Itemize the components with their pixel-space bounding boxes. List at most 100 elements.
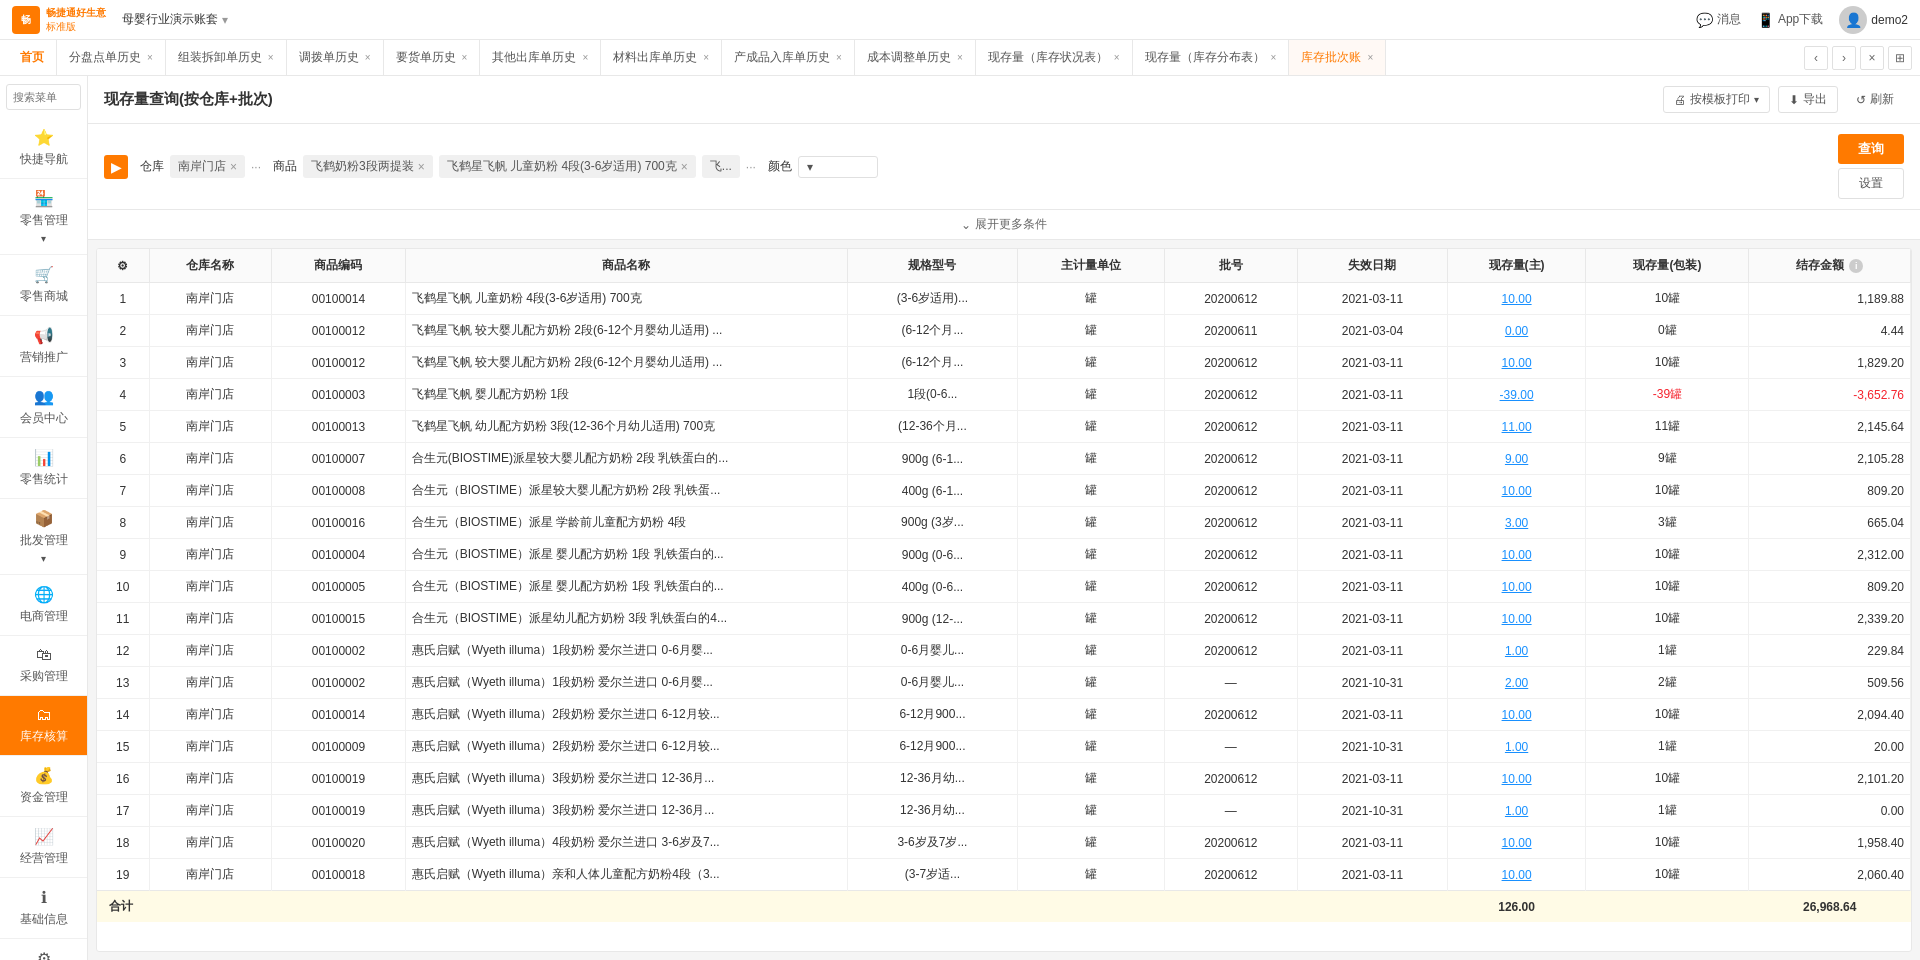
app-download-btn[interactable]: 📱 App下载 [1757,11,1823,28]
template-print-btn[interactable]: 🖨 按模板打印 ▾ [1663,86,1770,113]
close-icon[interactable]: × [1114,52,1120,63]
cell-qty-main[interactable]: 1.00 [1447,635,1586,667]
sidebar-item-ecom[interactable]: 🌐 电商管理 [0,575,87,636]
close-icon[interactable]: × [147,52,153,63]
sidebar-item-retail-mgmt[interactable]: 🏪 零售管理 ▾ [0,179,87,255]
cell-qty-main[interactable]: 10.00 [1447,539,1586,571]
cell-qty-main[interactable]: 10.00 [1447,283,1586,315]
tab-qitachu[interactable]: 其他出库单历史 × [480,40,601,76]
cell-qty-main[interactable]: 10.00 [1447,763,1586,795]
tab-yaohuo[interactable]: 要货单历史 × [384,40,481,76]
cell-qty-main[interactable]: 10.00 [1447,347,1586,379]
amount-info-icon[interactable]: i [1849,259,1863,273]
tab-diaob[interactable]: 调拨单历史 × [287,40,384,76]
sidebar-item-marketing[interactable]: 📢 营销推广 [0,316,87,377]
cell-qty-main[interactable]: 10.00 [1447,603,1586,635]
close-icon[interactable]: × [268,52,274,63]
cell-batch: 20200612 [1164,763,1298,795]
filter-toggle-btn[interactable]: ▶ [104,155,128,179]
close-icon[interactable]: × [1271,52,1277,63]
remove-product-icon[interactable]: × [681,160,688,174]
close-icon[interactable]: × [703,52,709,63]
tab-chengben[interactable]: 成本调整单历史 × [855,40,976,76]
sidebar-item-retail-stats[interactable]: 📊 零售统计 [0,438,87,499]
cell-qty-main[interactable]: 10.00 [1447,571,1586,603]
user-area[interactable]: 👤 demo2 [1839,6,1908,34]
tab-xianzunfen[interactable]: 现存量（库存分布表） × [1133,40,1290,76]
col-settings[interactable]: ⚙ [97,249,149,283]
cell-batch: 20200612 [1164,379,1298,411]
close-icon[interactable]: × [582,52,588,63]
export-btn[interactable]: ⬇ 导出 [1778,86,1838,113]
tab-cailiaochu[interactable]: 材料出库单历史 × [601,40,722,76]
setting-btn[interactable]: 设置 [1838,168,1904,199]
cell-spec: 900g (0-6... [848,539,1018,571]
sidebar-item-retail-mall[interactable]: 🛒 零售商城 [0,255,87,316]
warehouse-tag[interactable]: 南岸门店 × [170,155,245,178]
close-icon[interactable]: × [1367,52,1373,63]
sidebar-item-basic-info[interactable]: ℹ 基础信息 [0,878,87,939]
cell-warehouse: 南岸门店 [149,859,272,891]
cell-amount: 2,339.20 [1749,603,1911,635]
refresh-btn[interactable]: ↺ 刷新 [1846,87,1904,112]
nav-expand-btn[interactable]: ⊞ [1888,46,1912,70]
color-filter-group: 颜色 ▾ [768,156,878,178]
table-container[interactable]: ⚙ 仓库名称 商品编码 商品名称 规格型号 主计量单位 批号 失效日期 现存量(… [96,248,1912,952]
close-icon[interactable]: × [365,52,371,63]
product-tag-1[interactable]: 飞鹤星飞帆 儿童奶粉 4段(3-6岁适用) 700克 × [439,155,696,178]
sidebar-item-quick-nav[interactable]: ⭐ 快捷导航 [0,118,87,179]
cell-qty-main[interactable]: 10.00 [1447,475,1586,507]
cell-unit: 罐 [1017,507,1164,539]
expand-more-btn[interactable]: ⌄ 展开更多条件 [88,210,1920,239]
product-tag-0[interactable]: 飞鹤奶粉3段两提装 × [303,155,433,178]
cell-qty-main[interactable]: 2.00 [1447,667,1586,699]
cell-qty-main[interactable]: 1.00 [1447,795,1586,827]
cell-qty-main[interactable]: 3.00 [1447,507,1586,539]
sidebar-item-finance[interactable]: 💰 资金管理 [0,756,87,817]
tab-xianzunkuang[interactable]: 现存量（库存状况表） × [976,40,1133,76]
user-name: demo2 [1871,13,1908,27]
cell-amount: 2,060.40 [1749,859,1911,891]
remove-warehouse-icon[interactable]: × [230,160,237,174]
cell-qty-main[interactable]: 1.00 [1447,731,1586,763]
cell-qty-main[interactable]: 10.00 [1447,827,1586,859]
tab-home[interactable]: 首页 [8,40,57,76]
cell-name: 惠氏启赋（Wyeth illuma）3段奶粉 爱尔兰进口 12-36月... [405,795,847,827]
search-input[interactable] [6,84,81,110]
cell-qty-main[interactable]: 10.00 [1447,859,1586,891]
cell-qty-main[interactable]: 9.00 [1447,443,1586,475]
sidebar-item-purchase[interactable]: 🛍 采购管理 [0,636,87,696]
col-spec: 规格型号 [848,249,1018,283]
remove-product-icon[interactable]: × [418,160,425,174]
enterprise-selector[interactable]: 母婴行业演示账套 ▾ [122,11,282,28]
nav-prev-btn[interactable]: ‹ [1804,46,1828,70]
nav-next-btn[interactable]: › [1832,46,1856,70]
sidebar-item-operations[interactable]: 📈 经营管理 [0,817,87,878]
cell-qty-main[interactable]: 10.00 [1447,699,1586,731]
cell-spec: 0-6月婴儿... [848,667,1018,699]
tab-fenpan[interactable]: 分盘点单历史 × [57,40,166,76]
sidebar-item-member[interactable]: 👥 会员中心 [0,377,87,438]
close-icon[interactable]: × [836,52,842,63]
cell-qty-main[interactable]: 11.00 [1447,411,1586,443]
product-more-btn[interactable]: ··· [746,160,756,174]
cell-qty-main[interactable]: 0.00 [1447,315,1586,347]
cell-qty-main[interactable]: -39.00 [1447,379,1586,411]
color-select[interactable]: ▾ [798,156,878,178]
sidebar-item-wholesale[interactable]: 📦 批发管理 ▾ [0,499,87,575]
message-btn[interactable]: 💬 消息 [1696,11,1741,28]
sidebar-item-system[interactable]: ⚙ 系统管理 [0,939,87,960]
close-icon[interactable]: × [462,52,468,63]
product-tag-2[interactable]: 飞... [702,155,740,178]
tab-pici[interactable]: 库存批次账 × [1289,40,1386,76]
table-row: 12 南岸门店 00100002 惠氏启赋（Wyeth illuma）1段奶粉 … [97,635,1911,667]
nav-controls: ‹ › × ⊞ [1804,46,1912,70]
sidebar-item-inventory[interactable]: 🗂 库存核算 [0,696,87,756]
query-btn[interactable]: 查询 [1838,134,1904,164]
close-icon[interactable]: × [957,52,963,63]
tab-chanchen[interactable]: 产成品入库单历史 × [722,40,855,76]
nav-close-btn[interactable]: × [1860,46,1884,70]
page-title: 现存量查询(按仓库+批次) [104,90,273,119]
warehouse-more-btn[interactable]: ··· [251,160,261,174]
tab-zuhe[interactable]: 组装拆卸单历史 × [166,40,287,76]
